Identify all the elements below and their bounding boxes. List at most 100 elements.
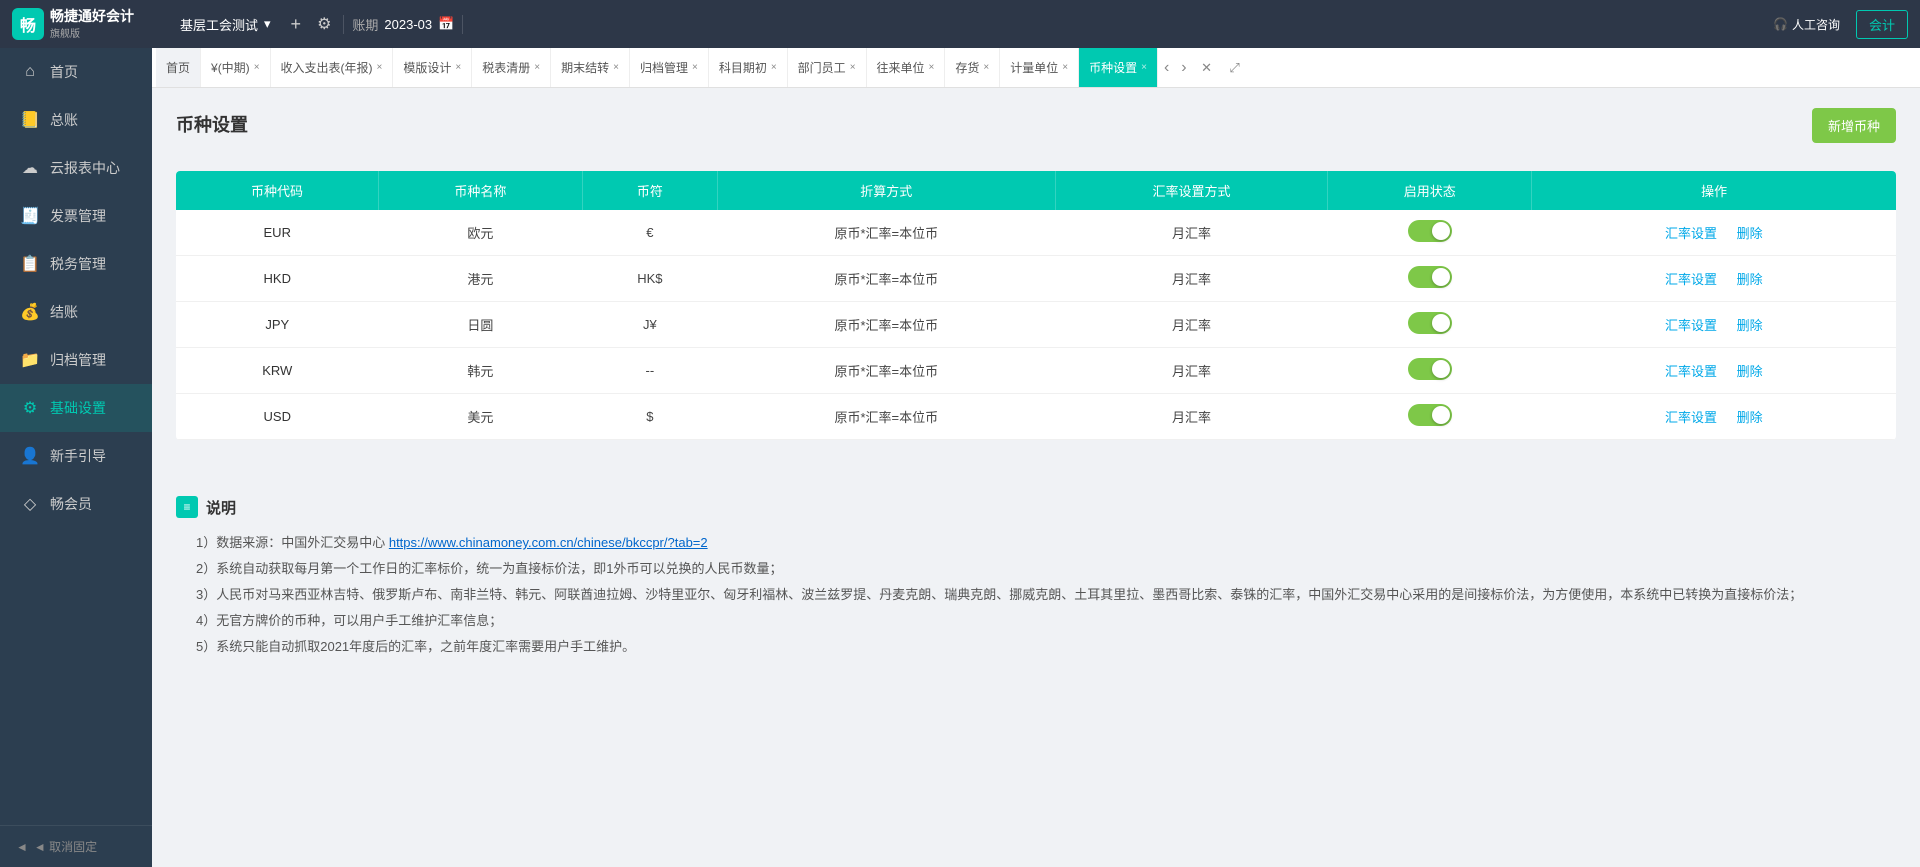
expand-tab-btn[interactable]: ⤢ xyxy=(1221,54,1249,82)
sidebar-label-member: 畅会员 xyxy=(50,494,92,514)
enabled-toggle[interactable] xyxy=(1408,220,1452,242)
close-icon[interactable]: × xyxy=(983,62,989,73)
app-wrapper: 畅 畅捷通好会计 旗舰版 基层工会测试 ▾ + ⚙ 账期 2023-03 📅 🎧… xyxy=(0,0,1920,867)
logo-area: 畅 畅捷通好会计 旗舰版 xyxy=(12,8,164,40)
rate-setting-link[interactable]: 汇率设置 xyxy=(1665,364,1717,379)
close-icon[interactable]: × xyxy=(534,62,540,73)
table-row: JPY 日圆 J¥ 原币*汇率=本位币 月汇率 汇率设置 删除 xyxy=(176,302,1896,348)
close-icon[interactable]: × xyxy=(929,62,935,73)
help-btn[interactable]: 🎧 人工咨询 xyxy=(1765,12,1848,37)
close-tab-btn[interactable]: ✕ xyxy=(1193,54,1221,82)
enabled-toggle[interactable] xyxy=(1408,404,1452,426)
tab-template[interactable]: 模版设计 × xyxy=(393,48,472,88)
sidebar-item-guide[interactable]: 👤 新手引导 xyxy=(0,432,152,480)
cell-symbol: $ xyxy=(582,394,717,440)
cell-status xyxy=(1328,348,1532,394)
tab-income[interactable]: 收入支出表(年报) × xyxy=(271,48,394,88)
close-icon[interactable]: × xyxy=(613,62,619,73)
delete-link[interactable]: 删除 xyxy=(1737,272,1763,287)
sidebar-item-tax[interactable]: 📋 税务管理 xyxy=(0,240,152,288)
cell-calc: 原币*汇率=本位币 xyxy=(717,394,1055,440)
tab-next-btn[interactable]: › xyxy=(1175,48,1192,88)
tab-label-balance: ¥(中期) xyxy=(211,59,250,76)
tab-label-income: 收入支出表(年报) xyxy=(281,59,373,76)
notice-link[interactable]: https://www.chinamoney.com.cn/chinese/bk… xyxy=(389,535,708,550)
sidebar-label-guide: 新手引导 xyxy=(50,446,106,466)
help-label: 人工咨询 xyxy=(1792,16,1840,33)
tab-partners[interactable]: 往来单位 × xyxy=(867,48,946,88)
close-icon[interactable]: × xyxy=(771,62,777,73)
cell-rate-type: 月汇率 xyxy=(1055,302,1328,348)
notice-item-3: 3）人民币对马来西亚林吉特、俄罗斯卢布、南非兰特、韩元、阿联酋迪拉姆、沙特里亚尔… xyxy=(184,582,1896,608)
enabled-toggle[interactable] xyxy=(1408,266,1452,288)
settings-icon[interactable]: ⚙ xyxy=(313,14,335,34)
sidebar-item-member[interactable]: ◇ 畅会员 xyxy=(0,480,152,528)
account-btn[interactable]: 会计 xyxy=(1856,10,1908,39)
notice-item-5: 5）系统只能自动抓取2021年度后的汇率，之前年度汇率需要用户手工维护。 xyxy=(184,634,1896,660)
rate-setting-link[interactable]: 汇率设置 xyxy=(1665,318,1717,333)
rate-setting-link[interactable]: 汇率设置 xyxy=(1665,272,1717,287)
tab-label-home: 首页 xyxy=(166,59,190,76)
tab-balance[interactable]: ¥(中期) × xyxy=(201,48,271,88)
close-icon[interactable]: × xyxy=(692,62,698,73)
tab-unit[interactable]: 计量单位 × xyxy=(1000,48,1079,88)
enabled-toggle[interactable] xyxy=(1408,358,1452,380)
tab-home[interactable]: 首页 xyxy=(156,48,201,88)
col-header-status: 启用状态 xyxy=(1328,171,1532,210)
tab-archive[interactable]: 归档管理 × xyxy=(630,48,709,88)
rate-setting-link[interactable]: 汇率设置 xyxy=(1665,410,1717,425)
sidebar-item-invoice[interactable]: 🧾 发票管理 xyxy=(0,192,152,240)
tab-currency[interactable]: 币种设置 × xyxy=(1079,48,1158,88)
company-selector[interactable]: 基层工会测试 ▾ xyxy=(172,11,279,38)
top-bar-actions: 🎧 人工咨询 会计 xyxy=(1765,10,1908,39)
close-icon[interactable]: × xyxy=(254,62,260,73)
sidebar-item-basic[interactable]: ⚙ 基础设置 xyxy=(0,384,152,432)
close-icon[interactable]: × xyxy=(1141,62,1147,73)
sidebar-label-home: 首页 xyxy=(50,62,78,82)
cell-calc: 原币*汇率=本位币 xyxy=(717,302,1055,348)
tab-period-end[interactable]: 期末结转 × xyxy=(551,48,630,88)
tab-taxclear[interactable]: 税表清册 × xyxy=(472,48,551,88)
close-icon[interactable]: × xyxy=(1062,62,1068,73)
cell-actions: 汇率设置 删除 xyxy=(1532,210,1896,256)
cell-rate-type: 月汇率 xyxy=(1055,210,1328,256)
sidebar-item-checkout[interactable]: 💰 结账 xyxy=(0,288,152,336)
new-currency-button[interactable]: 新增币种 xyxy=(1812,108,1896,143)
calendar-icon[interactable]: 📅 xyxy=(438,16,454,32)
sidebar-pin-toggle[interactable]: ◄ ◄ 取消固定 xyxy=(0,825,152,867)
tab-dept[interactable]: 部门员工 × xyxy=(788,48,867,88)
enabled-toggle[interactable] xyxy=(1408,312,1452,334)
tab-inventory[interactable]: 存货 × xyxy=(945,48,1000,88)
sidebar-label-checkout: 结账 xyxy=(50,302,78,322)
cell-symbol: HK$ xyxy=(582,256,717,302)
close-icon[interactable]: × xyxy=(377,62,383,73)
tab-subjects[interactable]: 科目期初 × xyxy=(709,48,788,88)
close-icon[interactable]: × xyxy=(850,62,856,73)
cell-name: 日圆 xyxy=(379,302,583,348)
sidebar-item-home[interactable]: ⌂ 首页 xyxy=(0,48,152,96)
sidebar-item-report[interactable]: ☁ 云报表中心 xyxy=(0,144,152,192)
cloud-icon: ☁ xyxy=(20,158,40,178)
top-bar: 畅 畅捷通好会计 旗舰版 基层工会测试 ▾ + ⚙ 账期 2023-03 📅 🎧… xyxy=(0,0,1920,48)
cell-rate-type: 月汇率 xyxy=(1055,394,1328,440)
delete-link[interactable]: 删除 xyxy=(1737,318,1763,333)
sidebar-item-ledger[interactable]: 📒 总账 xyxy=(0,96,152,144)
delete-link[interactable]: 删除 xyxy=(1737,226,1763,241)
notice-item-1: 1）数据来源：中国外汇交易中心 https://www.chinamoney.c… xyxy=(184,530,1896,556)
notice-title-block: ≡ 说明 xyxy=(176,496,1896,518)
delete-link[interactable]: 删除 xyxy=(1737,364,1763,379)
pin-icon: ◄ xyxy=(16,840,28,854)
sidebar-item-archive[interactable]: 📁 归档管理 xyxy=(0,336,152,384)
tab-label-currency: 币种设置 xyxy=(1089,59,1137,76)
add-tab-icon[interactable]: + xyxy=(287,14,306,35)
cell-code: USD xyxy=(176,394,379,440)
tab-label-unit: 计量单位 xyxy=(1010,59,1058,76)
delete-link[interactable]: 删除 xyxy=(1737,410,1763,425)
close-icon[interactable]: × xyxy=(455,62,461,73)
notice-item-2: 2）系统自动获取每月第一个工作日的汇率标价，统一为直接标价法，即1外币可以兑换的… xyxy=(184,556,1896,582)
rate-setting-link[interactable]: 汇率设置 xyxy=(1665,226,1717,241)
cell-name: 美元 xyxy=(379,394,583,440)
sidebar: ⌂ 首页 📒 总账 ☁ 云报表中心 🧾 发票管理 📋 税务管理 💰 结账 xyxy=(0,48,152,867)
tab-label-subjects: 科目期初 xyxy=(719,59,767,76)
tab-prev-btn[interactable]: ‹ xyxy=(1158,48,1175,88)
